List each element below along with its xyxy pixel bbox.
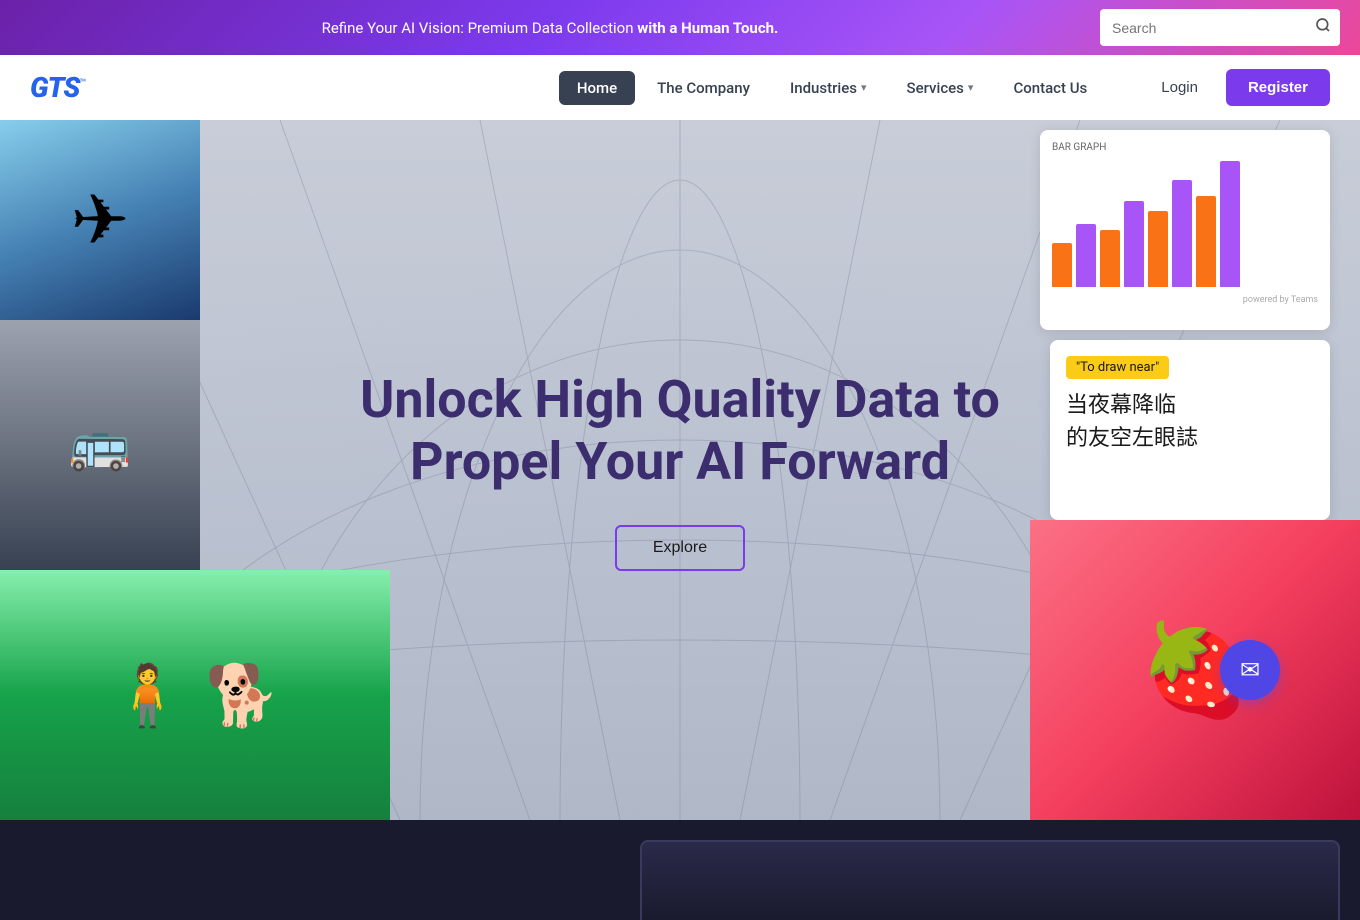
bar-1 bbox=[1052, 243, 1072, 287]
explore-button[interactable]: Explore bbox=[615, 525, 745, 571]
hero-title: Unlock High Quality Data to Propel Your … bbox=[360, 369, 1000, 494]
banner-text-regular: Refine Your AI Vision: Premium Data Coll… bbox=[322, 19, 638, 37]
nav-item-industries: Industries ▾ bbox=[772, 71, 885, 105]
bar-2 bbox=[1076, 224, 1096, 287]
top-banner: Refine Your AI Vision: Premium Data Coll… bbox=[0, 0, 1360, 55]
logo-text: GTS™ bbox=[30, 71, 85, 104]
chart-panel: BAR GRAPH powered by Teams bbox=[1040, 130, 1330, 330]
banner-text: Refine Your AI Vision: Premium Data Coll… bbox=[0, 19, 1100, 37]
nav-link-industries[interactable]: Industries ▾ bbox=[772, 71, 885, 105]
bar-4 bbox=[1124, 201, 1144, 287]
logo[interactable]: GTS™ bbox=[30, 71, 85, 104]
banner-text-bold: with a Human Touch. bbox=[637, 19, 778, 37]
nav-link-services[interactable]: Services ▾ bbox=[889, 71, 992, 105]
person-dog-panel: 🧍 🐕 bbox=[0, 570, 390, 820]
login-button[interactable]: Login bbox=[1145, 71, 1214, 104]
nav-item-services: Services ▾ bbox=[889, 71, 992, 105]
nav-link-the-company[interactable]: The Company bbox=[639, 71, 768, 105]
nav-menu: Home The Company Industries ▾ Services ▾… bbox=[559, 71, 1105, 105]
email-icon: ✉ bbox=[1240, 656, 1260, 684]
nav-item-contact-us: Contact Us bbox=[995, 71, 1105, 105]
chart-title: BAR GRAPH bbox=[1052, 142, 1318, 153]
bar-7 bbox=[1196, 196, 1216, 287]
bottom-section bbox=[0, 820, 1360, 920]
chevron-down-icon-services: ▾ bbox=[968, 81, 974, 94]
bar-3 bbox=[1100, 230, 1120, 287]
device-mockup bbox=[640, 840, 1340, 920]
chevron-down-icon: ▾ bbox=[861, 81, 867, 94]
search-icon bbox=[1315, 17, 1331, 33]
register-button[interactable]: Register bbox=[1226, 69, 1330, 106]
navbar: GTS™ Home The Company Industries ▾ Servi… bbox=[0, 55, 1360, 120]
airplane-panel: ✈ bbox=[0, 120, 200, 320]
nav-actions: Login Register bbox=[1145, 69, 1330, 106]
search-box[interactable] bbox=[1100, 9, 1340, 46]
chart-bars bbox=[1052, 161, 1318, 291]
nav-item-home: Home bbox=[559, 71, 635, 105]
person-icon: 🧍 bbox=[110, 660, 185, 731]
chart-branding: powered by Teams bbox=[1052, 295, 1318, 305]
nav-item-the-company: The Company bbox=[639, 71, 768, 105]
dog-outline-icon: 🐕 bbox=[205, 660, 280, 731]
hero-section: ✈ 🚌 🧍 🐕 BAR GRAPH powered by Teams "To d… bbox=[0, 120, 1360, 820]
bar-5 bbox=[1148, 211, 1168, 287]
nav-link-contact-us[interactable]: Contact Us bbox=[995, 71, 1105, 105]
search-button[interactable] bbox=[1305, 9, 1340, 46]
bar-8 bbox=[1220, 161, 1240, 287]
nav-link-home[interactable]: Home bbox=[559, 71, 635, 105]
bar-6 bbox=[1172, 180, 1192, 287]
search-input[interactable] bbox=[1100, 12, 1305, 44]
email-fab-button[interactable]: ✉ bbox=[1220, 640, 1280, 700]
hero-content: Unlock High Quality Data to Propel Your … bbox=[160, 369, 1200, 572]
